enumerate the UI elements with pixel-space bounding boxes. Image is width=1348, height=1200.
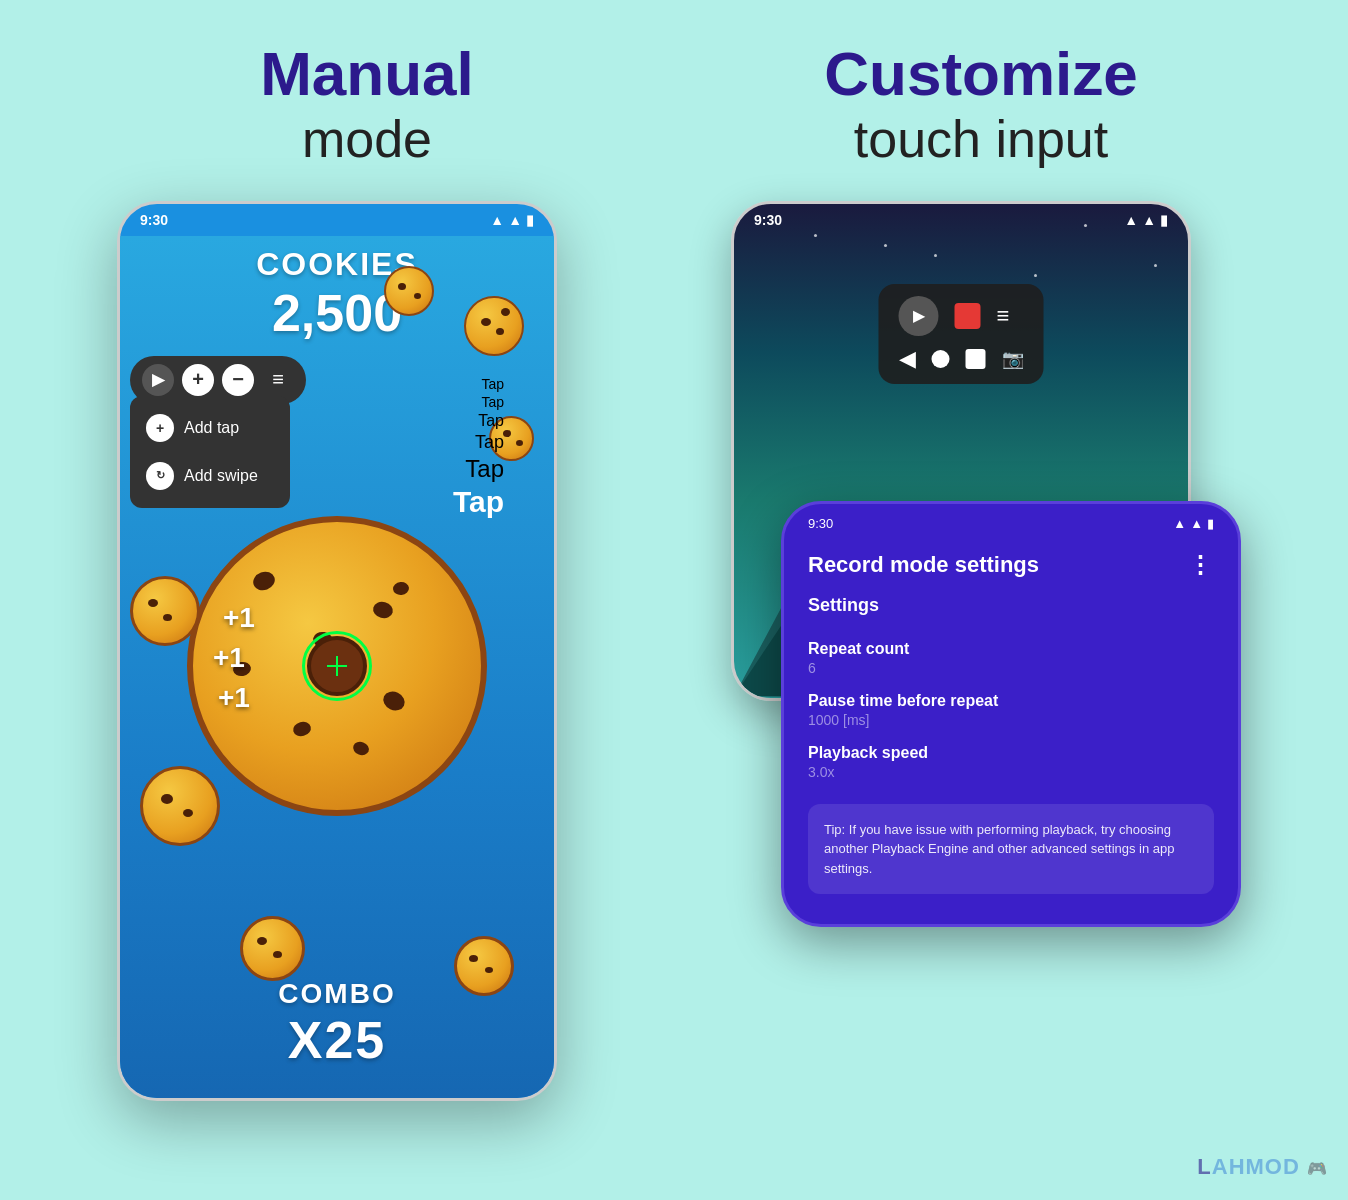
tap-2: Tap: [481, 394, 504, 410]
small-cookie-4: [454, 936, 514, 996]
cookies-count: 2,500: [272, 283, 402, 343]
signal-icon: ▲: [508, 212, 522, 228]
star-2: [934, 254, 937, 257]
customize-title-bold: Customize: [674, 40, 1288, 108]
small-cookie-1: [130, 576, 200, 646]
header-right: Customize touch input: [674, 40, 1288, 171]
header-left: Manual mode: [60, 40, 674, 171]
manual-title-normal: mode: [60, 108, 674, 170]
small-cookie-3: [240, 916, 305, 981]
wifi-icon: ▲: [490, 212, 504, 228]
customize-title-normal: touch input: [674, 108, 1288, 170]
settings-more-icon[interactable]: ⋮: [1188, 551, 1214, 579]
tap-5: Tap: [465, 455, 504, 483]
settings-status-icons: ▲ ▲ ▮: [1173, 516, 1214, 531]
pause-time-value: 1000 [ms]: [808, 712, 1214, 728]
add-swipe-item[interactable]: ↻ Add swipe: [130, 452, 290, 500]
cookie-circle: +1 +1 +1: [187, 516, 487, 816]
control-row-1: ▶ ≡: [899, 296, 1024, 336]
ctrl-back-btn[interactable]: ◀: [899, 346, 916, 372]
settings-status-bar: 9:30 ▲ ▲ ▮: [784, 504, 1238, 543]
right-top-icons: ▲ ▲ ▮: [1124, 212, 1168, 228]
plus-one-3: +1: [218, 682, 250, 714]
star-6: [1154, 264, 1157, 267]
right-top-status: 9:30 ▲ ▲ ▮: [734, 204, 1188, 236]
plus-one-1: +1: [223, 602, 255, 634]
menu-button[interactable]: ≡: [262, 364, 294, 396]
big-cookie[interactable]: +1 +1 +1: [187, 516, 487, 816]
playback-speed-value: 3.0x: [808, 764, 1214, 780]
control-overlay[interactable]: ▶ ≡ ◀ 📷: [879, 284, 1044, 384]
wifi-icon-2: ▲: [1124, 212, 1138, 228]
combo-label: COMBO: [278, 978, 395, 1010]
watermark-text: L: [1197, 1154, 1211, 1179]
left-time: 9:30: [140, 212, 168, 228]
header-section: Manual mode Customize touch input: [0, 0, 1348, 201]
settings-time: 9:30: [808, 516, 833, 531]
ctrl-stop-btn[interactable]: [955, 303, 981, 329]
playback-speed-label: Playback speed: [808, 744, 1214, 762]
watermark-icon: 🎮: [1307, 1160, 1328, 1177]
cookie-target: [302, 631, 372, 701]
small-cookie-2: [140, 766, 220, 846]
wifi-icon-3: ▲: [1173, 516, 1186, 531]
star-1: [814, 234, 817, 237]
repeat-count-item: Repeat count 6: [784, 632, 1238, 684]
signal-icon-3: ▲: [1190, 516, 1203, 531]
battery-icon-3: ▮: [1207, 516, 1214, 531]
tap-3: Tap: [478, 412, 504, 430]
settings-section-title: Settings: [784, 595, 1238, 632]
pause-time-item: Pause time before repeat 1000 [ms]: [784, 684, 1238, 736]
right-phone-bottom: 9:30 ▲ ▲ ▮ Record mode settings ⋮ Settin…: [781, 501, 1241, 928]
play-button[interactable]: ▶: [142, 364, 174, 396]
add-tap-item[interactable]: + Add tap: [130, 404, 290, 452]
left-status-icons: ▲ ▲ ▮: [490, 212, 534, 228]
manual-title-bold: Manual: [60, 40, 674, 108]
ctrl-record-btn[interactable]: [932, 350, 950, 368]
settings-tip: Tip: If you have issue with performing p…: [808, 804, 1214, 895]
float-cookie-1: [464, 296, 524, 356]
battery-icon-2: ▮: [1160, 212, 1168, 228]
minus-button[interactable]: −: [222, 364, 254, 396]
pause-time-label: Pause time before repeat: [808, 692, 1214, 710]
ctrl-square-btn[interactable]: [966, 349, 986, 369]
watermark: LAHMOD 🎮: [1197, 1154, 1328, 1180]
playback-speed-item: Playback speed 3.0x: [784, 736, 1238, 788]
tap-1: Tap: [481, 376, 504, 392]
signal-icon-2: ▲: [1142, 212, 1156, 228]
repeat-count-label: Repeat count: [808, 640, 1214, 658]
battery-icon: ▮: [526, 212, 534, 228]
toolbar-dropdown: + Add tap ↻ Add swipe: [130, 396, 290, 508]
ctrl-play-btn[interactable]: ▶: [899, 296, 939, 336]
tap-6: Tap: [453, 485, 504, 519]
settings-title: Record mode settings: [808, 552, 1039, 578]
phones-section: 9:30 ▲ ▲ ▮ COOKIES 2,500: [0, 201, 1348, 1101]
add-swipe-icon: ↻: [146, 462, 174, 490]
add-swipe-label: Add swipe: [184, 467, 258, 485]
add-tap-icon: +: [146, 414, 174, 442]
repeat-count-value: 6: [808, 660, 1214, 676]
ctrl-camera-btn[interactable]: 📷: [1002, 348, 1024, 370]
right-side: 9:30 ▲ ▲ ▮: [731, 201, 1231, 1101]
cookie-game[interactable]: COOKIES 2,500 Tap Tap Tap Tap: [120, 236, 554, 1101]
add-button[interactable]: +: [182, 364, 214, 396]
tap-4: Tap: [475, 432, 504, 453]
control-row-2: ◀ 📷: [899, 346, 1024, 372]
left-status-bar: 9:30 ▲ ▲ ▮: [120, 204, 554, 236]
float-cookie-2: [384, 266, 434, 316]
settings-title-row: Record mode settings ⋮: [784, 543, 1238, 595]
left-phone: 9:30 ▲ ▲ ▮ COOKIES 2,500: [117, 201, 557, 1101]
star-5: [884, 244, 887, 247]
combo-value: X25: [278, 1010, 395, 1070]
star-3: [1084, 224, 1087, 227]
watermark-text-2: AHMOD: [1212, 1154, 1300, 1179]
plus-one-2: +1: [213, 642, 245, 674]
ctrl-menu-btn[interactable]: ≡: [997, 305, 1010, 327]
star-4: [1034, 274, 1037, 277]
right-top-time: 9:30: [754, 212, 782, 228]
tap-texts: Tap Tap Tap Tap Tap Tap: [453, 376, 504, 519]
add-tap-label: Add tap: [184, 419, 239, 437]
combo-area: COMBO X25: [278, 978, 395, 1070]
